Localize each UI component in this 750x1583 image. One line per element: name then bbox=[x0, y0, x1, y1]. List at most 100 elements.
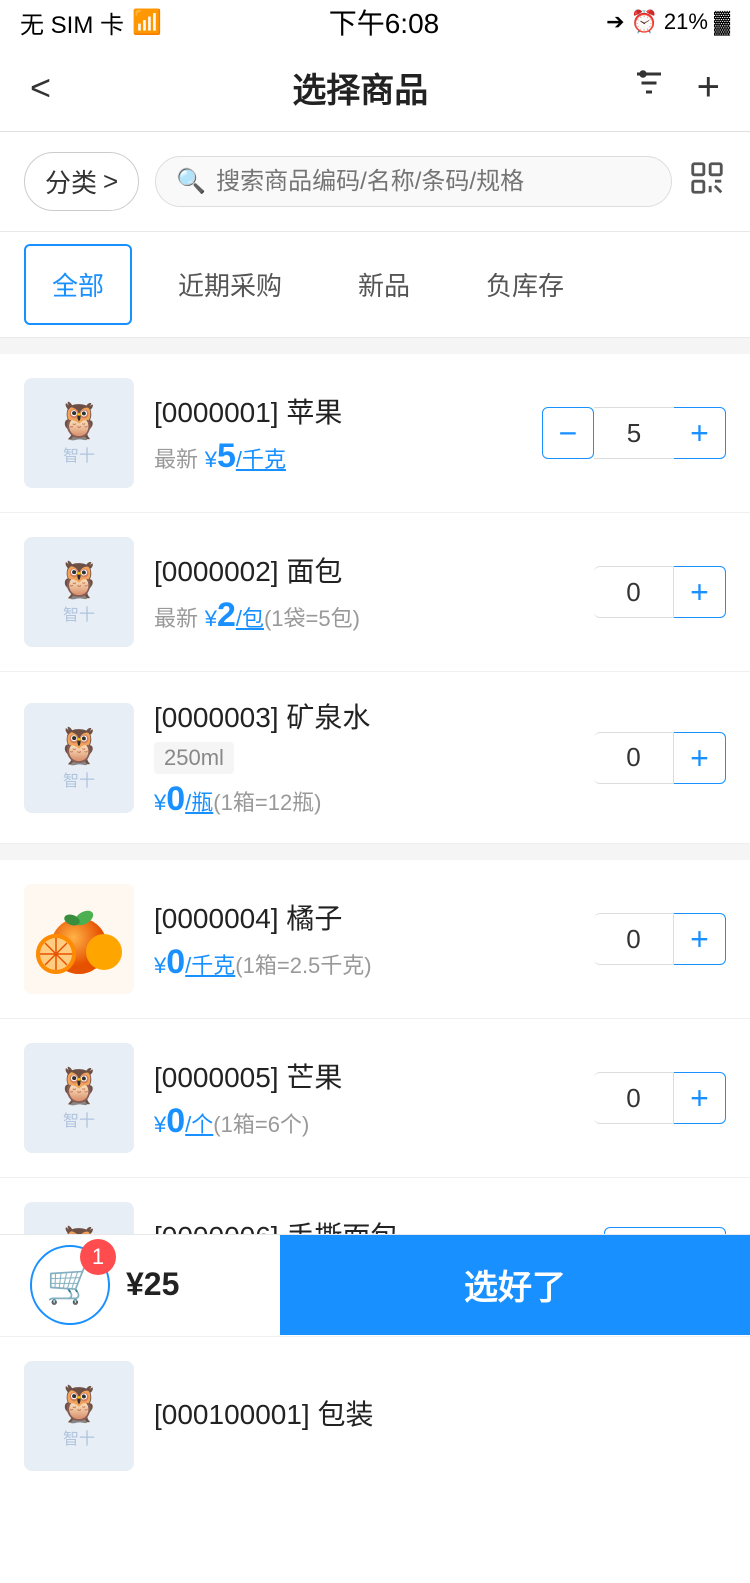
price-yen: ¥ bbox=[154, 953, 166, 978]
placeholder-label: 智十 bbox=[63, 442, 95, 466]
product-thumbnail: 🦉 智十 bbox=[24, 1043, 134, 1153]
price-extra: (1袋=5包) bbox=[264, 606, 360, 631]
tab-recent[interactable]: 近期采购 bbox=[148, 244, 312, 325]
qty-input[interactable] bbox=[594, 732, 674, 784]
placeholder-label: 智十 bbox=[63, 767, 95, 791]
price-extra: (1箱=6个) bbox=[213, 1112, 309, 1137]
price-value: 2 bbox=[217, 596, 236, 634]
category-chevron-icon: > bbox=[103, 166, 118, 197]
cart-area: 🛒 1 ¥25 bbox=[0, 1245, 280, 1325]
back-button[interactable]: < bbox=[30, 67, 90, 109]
product-info: [0000003] 矿泉水 250ml ¥0/瓶(1箱=12瓶) bbox=[154, 696, 574, 819]
qty-input[interactable] bbox=[594, 1072, 674, 1124]
qty-decrease-button[interactable]: − bbox=[542, 407, 594, 459]
placeholder-label: 智十 bbox=[63, 1425, 95, 1449]
price-extra: (1箱=2.5千克) bbox=[235, 953, 371, 978]
status-time: 下午6:08 bbox=[329, 2, 440, 42]
filter-icon[interactable] bbox=[631, 65, 667, 110]
product-item: 🦉 智十 [0000005] 芒果 ¥0/个(1箱=6个) + bbox=[0, 1019, 750, 1178]
bottom-bar: 🛒 1 ¥25 选好了 bbox=[0, 1234, 750, 1334]
page-title: 选择商品 bbox=[292, 63, 428, 112]
qty-control: + bbox=[594, 566, 726, 618]
product-info: [0000001] 苹果 最新 ¥5/千克 bbox=[154, 391, 522, 476]
placeholder-icon: 🦉 bbox=[57, 1383, 102, 1425]
price-latest-label: 最新 bbox=[154, 606, 198, 631]
product-price: ¥0/千克(1箱=2.5千克) bbox=[154, 943, 574, 982]
price-yen: ¥ bbox=[154, 1112, 166, 1137]
nav-actions: + bbox=[631, 65, 720, 110]
placeholder-icon: 🦉 bbox=[57, 400, 102, 442]
qty-input[interactable] bbox=[594, 407, 674, 459]
product-info: [0000004] 橘子 ¥0/千克(1箱=2.5千克) bbox=[154, 897, 574, 982]
product-thumbnail bbox=[24, 884, 134, 994]
product-list: 🦉 智十 [0000001] 苹果 最新 ¥5/千克 − + 🦉 智十 [000… bbox=[0, 354, 750, 1583]
qty-control: − + bbox=[542, 407, 726, 459]
price-yen: ¥ bbox=[205, 606, 217, 631]
scan-icon[interactable] bbox=[688, 159, 726, 205]
tab-all[interactable]: 全部 bbox=[24, 244, 132, 325]
product-item: 🦉 智十 [0000002] 面包 最新 ¥2/包(1袋=5包) + bbox=[0, 513, 750, 672]
price-value: 5 bbox=[217, 437, 236, 475]
cart-total: ¥25 bbox=[126, 1266, 179, 1303]
placeholder-icon: 🦉 bbox=[57, 559, 102, 601]
price-yen: ¥ bbox=[154, 790, 166, 815]
confirm-button[interactable]: 选好了 bbox=[280, 1235, 750, 1335]
wifi-icon: 📶 bbox=[132, 8, 162, 37]
product-name: [0000005] 芒果 bbox=[154, 1056, 574, 1096]
product-name: [0000003] 矿泉水 bbox=[154, 696, 574, 736]
product-thumbnail: 🦉 智十 bbox=[24, 378, 134, 488]
qty-input[interactable] bbox=[594, 913, 674, 965]
product-item: [0000004] 橘子 ¥0/千克(1箱=2.5千克) + bbox=[0, 860, 750, 1019]
filter-bar: 分类 > 🔍 bbox=[0, 132, 750, 232]
search-input[interactable] bbox=[216, 168, 651, 196]
price-value: 0 bbox=[166, 943, 185, 981]
nav-bar: < 选择商品 + bbox=[0, 44, 750, 132]
qty-increase-button[interactable]: + bbox=[674, 407, 726, 459]
status-bar: 无 SIM 卡 📶 下午6:08 ➔ ⏰ 21% ▓ bbox=[0, 0, 750, 44]
qty-input[interactable] bbox=[594, 566, 674, 618]
product-price: ¥0/瓶(1箱=12瓶) bbox=[154, 780, 574, 819]
qty-increase-button[interactable]: + bbox=[674, 566, 726, 618]
category-label: 分类 bbox=[45, 163, 97, 200]
placeholder-icon: 🦉 bbox=[57, 1065, 102, 1107]
divider bbox=[0, 338, 750, 354]
qty-control: + bbox=[594, 732, 726, 784]
product-item-partial: 🦉 智十 [000100001] 包装 bbox=[0, 1337, 750, 1483]
qty-increase-button[interactable]: + bbox=[674, 913, 726, 965]
search-icon: 🔍 bbox=[176, 167, 206, 196]
location-icon: ➔ bbox=[606, 9, 624, 35]
placeholder-label: 智十 bbox=[63, 1107, 95, 1131]
product-thumbnail: 🦉 智十 bbox=[24, 537, 134, 647]
product-info: [0000002] 面包 最新 ¥2/包(1袋=5包) bbox=[154, 550, 574, 635]
product-thumbnail: 🦉 智十 bbox=[24, 703, 134, 813]
price-value: 0 bbox=[166, 780, 185, 818]
price-unit: /包 bbox=[236, 606, 264, 631]
qty-increase-button[interactable]: + bbox=[674, 1072, 726, 1124]
cart-button[interactable]: 🛒 1 bbox=[30, 1245, 110, 1325]
product-price: ¥0/个(1箱=6个) bbox=[154, 1102, 574, 1141]
price-unit: /瓶 bbox=[185, 790, 213, 815]
battery-icon: ▓ bbox=[714, 9, 730, 35]
product-info: [0000005] 芒果 ¥0/个(1箱=6个) bbox=[154, 1056, 574, 1141]
tabs-bar: 全部 近期采购 新品 负库存 bbox=[0, 232, 750, 338]
price-unit: /千克 bbox=[236, 447, 286, 472]
price-value: 0 bbox=[166, 1102, 185, 1140]
category-button[interactable]: 分类 > bbox=[24, 152, 139, 211]
product-price: 最新 ¥5/千克 bbox=[154, 437, 522, 476]
qty-control: + bbox=[594, 913, 726, 965]
status-right: ➔ ⏰ 21% ▓ bbox=[606, 9, 730, 35]
alarm-icon: ⏰ bbox=[631, 9, 658, 35]
tab-negative[interactable]: 负库存 bbox=[456, 244, 594, 325]
price-latest-label: 最新 bbox=[154, 447, 198, 472]
product-name: [0000004] 橘子 bbox=[154, 897, 574, 937]
add-icon[interactable]: + bbox=[697, 65, 720, 110]
tab-new[interactable]: 新品 bbox=[328, 244, 440, 325]
status-left: 无 SIM 卡 📶 bbox=[20, 5, 162, 40]
search-box: 🔍 bbox=[155, 156, 672, 207]
battery-text: 21% bbox=[664, 9, 708, 35]
placeholder-icon: 🦉 bbox=[57, 725, 102, 767]
qty-increase-button[interactable]: + bbox=[674, 732, 726, 784]
product-item: 🦉 智十 [0000003] 矿泉水 250ml ¥0/瓶(1箱=12瓶) + bbox=[0, 672, 750, 844]
carrier-text: 无 SIM 卡 bbox=[20, 5, 124, 40]
divider bbox=[0, 844, 750, 860]
